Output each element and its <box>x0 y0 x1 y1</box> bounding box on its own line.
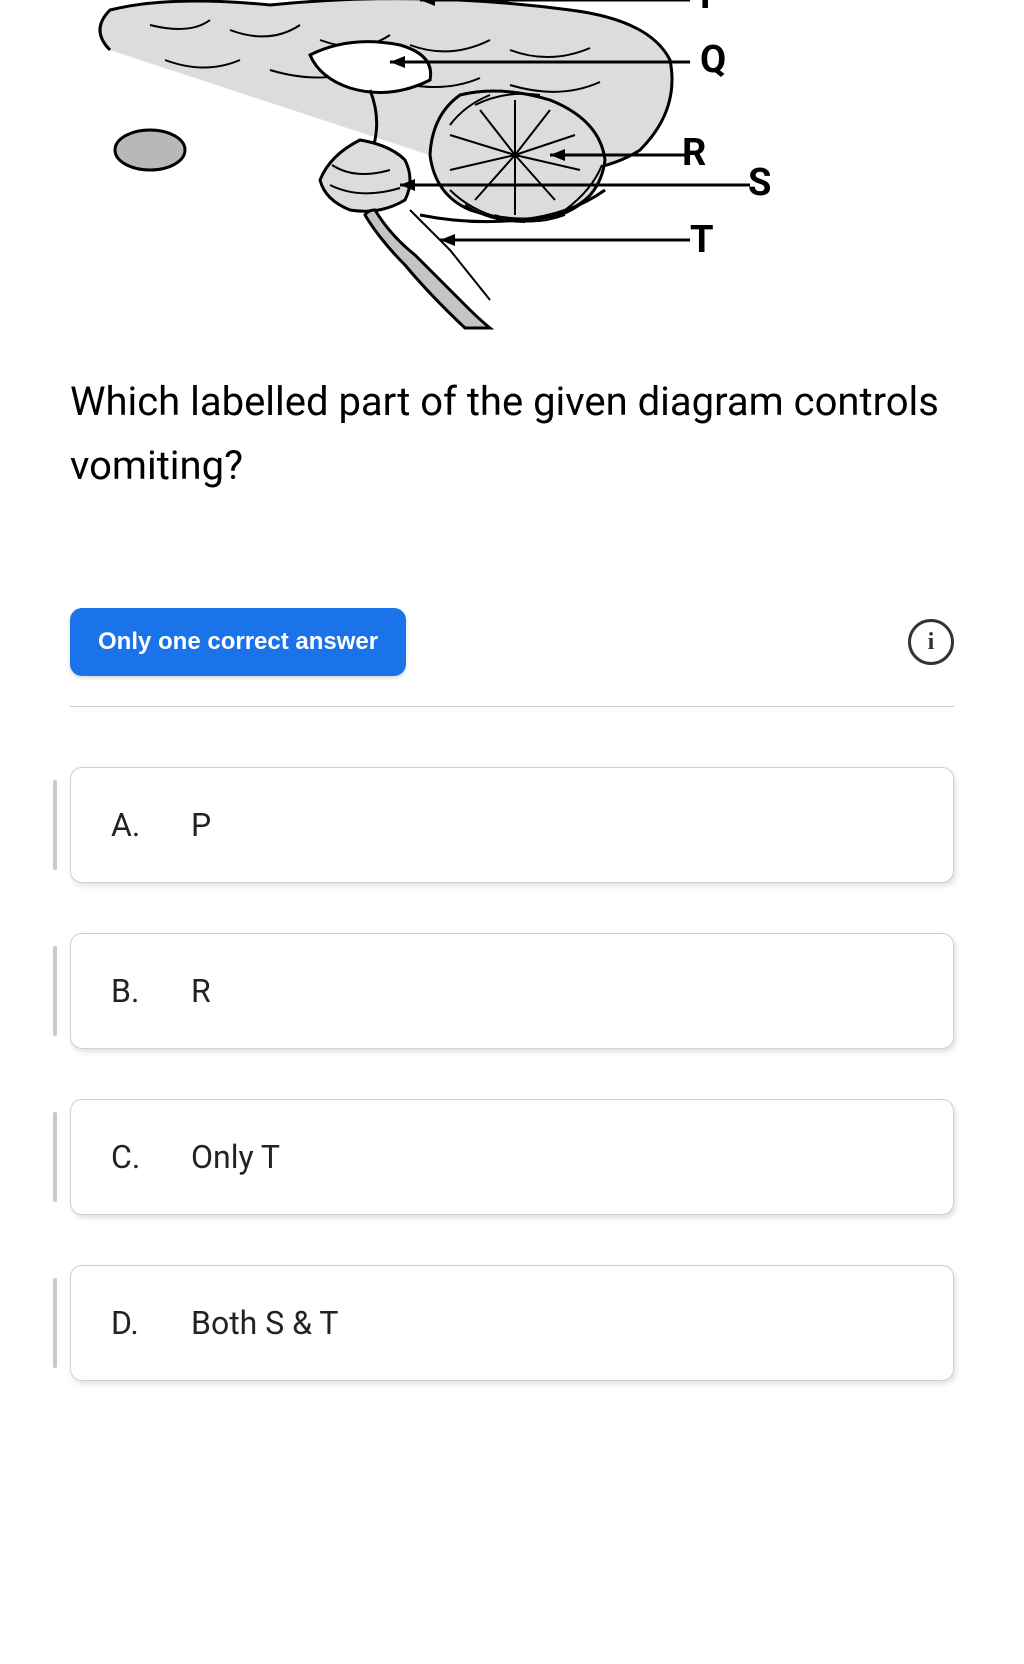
question-text: Which labelled part of the given diagram… <box>70 370 954 498</box>
answer-type-badge[interactable]: Only one correct answer <box>70 608 406 676</box>
brain-diagram: P Q R S T <box>70 0 954 330</box>
option-letter: C. <box>111 1138 191 1176</box>
option-b[interactable]: B. R <box>70 933 954 1049</box>
divider <box>70 706 954 707</box>
option-a[interactable]: A. P <box>70 767 954 883</box>
brain-svg: P Q R S T <box>70 0 954 330</box>
option-letter: A. <box>111 806 191 844</box>
option-letter: D. <box>111 1304 191 1342</box>
option-letter: B. <box>111 972 191 1010</box>
label-Q: Q <box>700 38 726 82</box>
option-text: Only T <box>191 1138 280 1176</box>
option-d[interactable]: D. Both S & T <box>70 1265 954 1381</box>
answer-meta-row: Only one correct answer i <box>70 608 954 676</box>
option-text: Both S & T <box>191 1304 338 1342</box>
label-P: P <box>700 0 725 18</box>
question-container: P Q R S T Which labelled part of the giv… <box>0 0 1024 1421</box>
label-R: R <box>682 131 706 175</box>
label-T: T <box>690 218 714 262</box>
label-S: S <box>748 161 771 205</box>
option-text: P <box>191 806 211 844</box>
option-text: R <box>191 972 211 1010</box>
info-icon[interactable]: i <box>908 619 954 665</box>
options-list: A. P B. R C. Only T D. Both S & T <box>70 767 954 1381</box>
option-c[interactable]: C. Only T <box>70 1099 954 1215</box>
